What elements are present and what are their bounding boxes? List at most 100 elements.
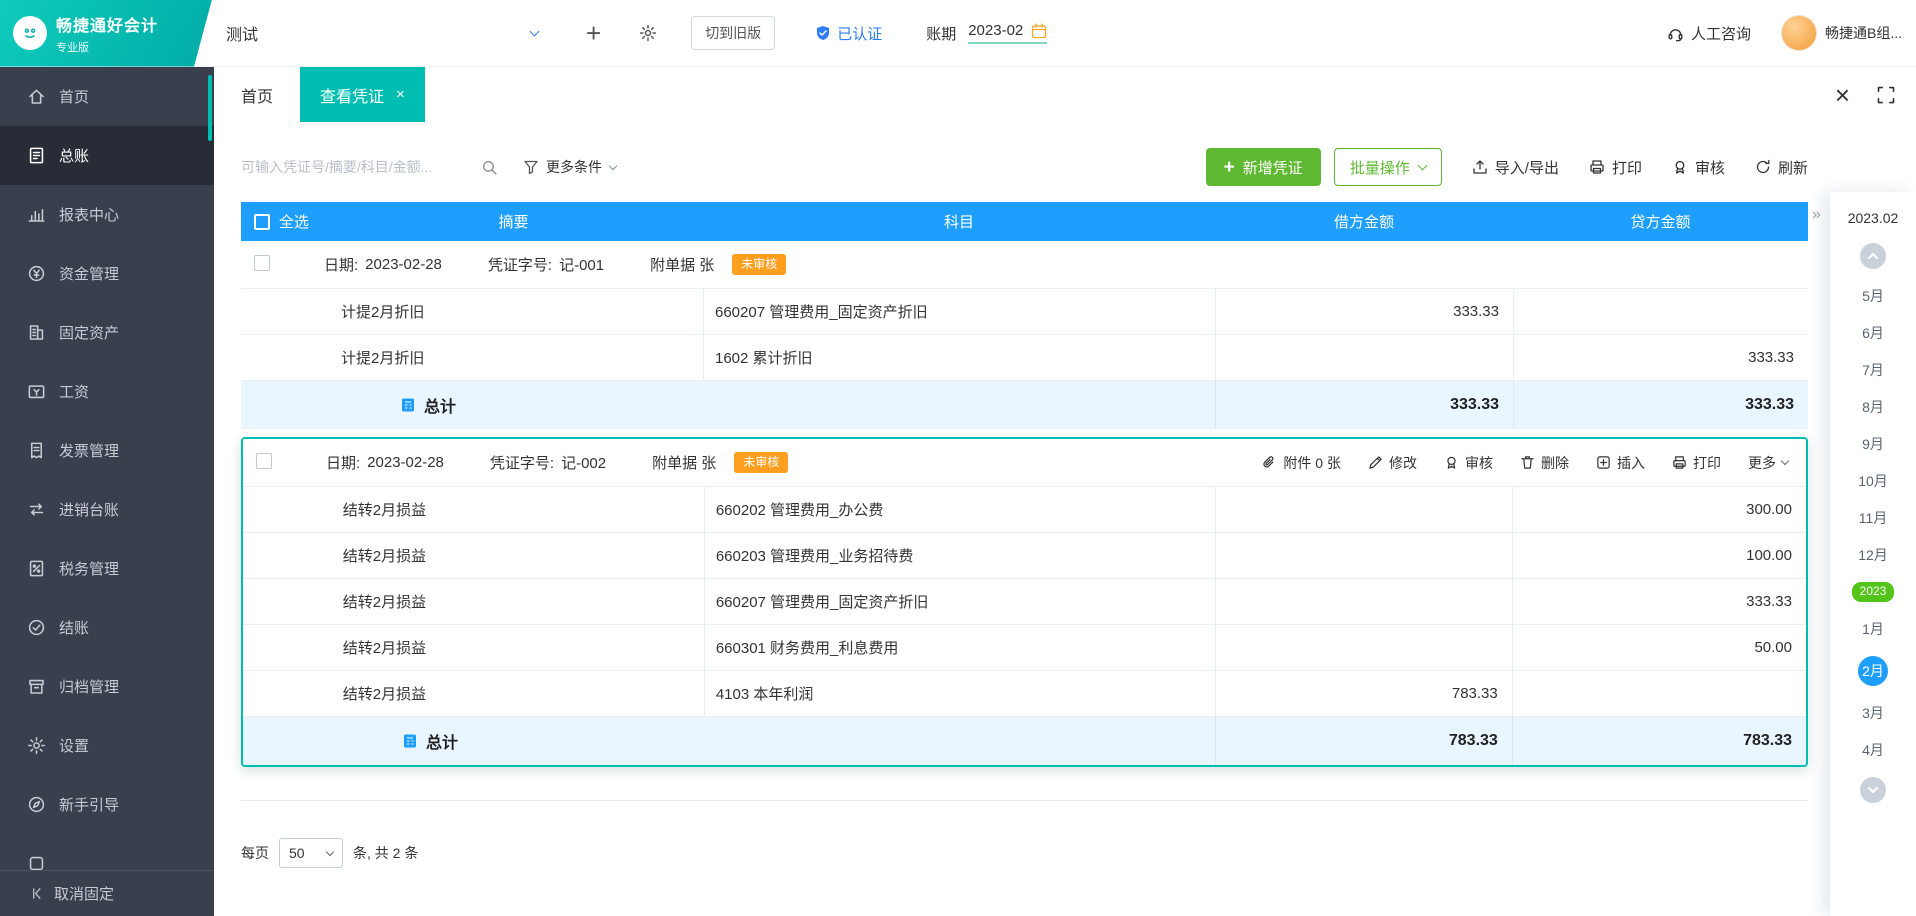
per-page-select[interactable]: 50 [279, 838, 343, 868]
sidebar-item-fixed-assets[interactable]: 固定资产 [0, 303, 214, 362]
month-item[interactable]: 9月 [1862, 434, 1884, 454]
chevron-down-icon [529, 26, 540, 37]
more-filters-button[interactable]: 更多条件 [524, 157, 618, 177]
voucher-1-checkbox[interactable] [254, 254, 270, 271]
scroll-up-button[interactable] [1860, 243, 1886, 269]
sidebar-item-general-ledger[interactable]: 总账 [0, 126, 214, 185]
period-value: 2023-02 [968, 22, 1024, 39]
month-item[interactable]: 6月 [1862, 323, 1884, 343]
print-button[interactable]: 打印 [1672, 453, 1721, 473]
search-box [241, 159, 498, 176]
insert-button[interactable]: 插入 [1596, 453, 1645, 473]
tab-view-voucher[interactable]: 查看凭证 × [300, 67, 425, 122]
voucher-row[interactable]: 结转2月损益 660207 管理费用_固定资产折旧 333.33 [243, 579, 1806, 625]
unpin-button[interactable]: 取消固定 [0, 870, 214, 916]
voucher-row[interactable]: 计提2月折旧 660207 管理费用_固定资产折旧 333.33 [241, 289, 1808, 335]
certified-badge[interactable]: 已认证 [815, 23, 882, 44]
row-debit [1215, 335, 1513, 380]
edit-button[interactable]: 修改 [1368, 453, 1417, 473]
delete-button[interactable]: 删除 [1520, 453, 1569, 473]
voucher-row[interactable]: 结转2月损益 660202 管理费用_办公费 300.00 [243, 487, 1806, 533]
period-value-group[interactable]: 2023-02 [968, 22, 1048, 44]
add-icon[interactable]: + [586, 20, 601, 46]
import-export-button[interactable]: 导入/导出 [1472, 157, 1559, 178]
tab-close-icon[interactable]: × [396, 87, 405, 102]
bar-chart-icon [28, 208, 45, 222]
month-item[interactable]: 5月 [1862, 286, 1884, 306]
print-button[interactable]: 打印 [1589, 157, 1642, 178]
invoice-icon [30, 442, 43, 459]
row-subject: 660207 管理费用_固定资产折旧 [703, 289, 1215, 334]
row-summary: 结转2月损益 [342, 640, 427, 657]
workspace-select[interactable]: 测试 [226, 21, 540, 45]
voucher-row[interactable]: 结转2月损益 4103 本年利润 783.33 [243, 671, 1806, 717]
voucher-row[interactable]: 计提2月折旧 1602 累计折旧 333.33 [241, 335, 1808, 381]
sidebar-item-tax[interactable]: 税务管理 [0, 539, 214, 598]
support-button[interactable]: 人工咨询 [1667, 23, 1751, 44]
fullscreen-icon[interactable] [1876, 85, 1896, 105]
month-item[interactable]: 10月 [1858, 471, 1888, 491]
select-all-label: 全选 [279, 214, 310, 231]
voucher-1-header[interactable]: 日期: 2023-02-28 凭证字号: 记-001 附单据 张 未审核 [241, 241, 1808, 289]
insert-icon [1597, 456, 1610, 469]
sidebar-item-closing[interactable]: 结账 [0, 598, 214, 657]
add-voucher-button[interactable]: + 新增凭证 [1205, 148, 1321, 186]
row-credit [1513, 289, 1808, 334]
month-item[interactable]: 11月 [1859, 508, 1888, 528]
import-export-icon [1473, 160, 1487, 174]
per-page-value: 50 [289, 845, 305, 861]
month-item[interactable]: 12月 [1858, 545, 1888, 565]
batch-operations-button[interactable]: 批量操作 [1333, 148, 1442, 186]
month-item-active[interactable]: 2月 [1858, 655, 1888, 686]
status-badge: 未审核 [732, 254, 787, 275]
account-name[interactable]: 畅捷通B组... [1825, 23, 1902, 43]
search-input[interactable] [241, 159, 473, 175]
select-all-checkbox[interactable] [254, 213, 270, 230]
more-button[interactable]: 更多 [1748, 453, 1790, 473]
month-item[interactable]: 1月 [1862, 619, 1884, 639]
voucher-row[interactable]: 结转2月损益 660301 财务费用_利息费用 50.00 [243, 625, 1806, 671]
topbar-right: 人工咨询 畅捷通B组... [1667, 15, 1902, 51]
voucher-2-checkbox[interactable] [256, 452, 272, 469]
audit-seal-icon [1675, 160, 1685, 174]
sidebar-item-purchase-sale-ledger[interactable]: 进销台账 [0, 480, 214, 539]
workspace-name: 测试 [226, 27, 259, 44]
sidebar-scrollbar[interactable] [208, 75, 212, 141]
audit-button[interactable]: 审核 [1444, 453, 1493, 473]
attachment-button[interactable]: 附件 0 张 [1262, 453, 1341, 473]
tab-home[interactable]: 首页 [214, 67, 300, 122]
sidebar-item-archive[interactable]: 归档管理 [0, 657, 214, 716]
month-item[interactable]: 7月 [1862, 360, 1884, 380]
voucher-2-header[interactable]: 日期: 2023-02-28 凭证字号: 记-002 附单据 张 未审核 附件 0 … [243, 439, 1806, 487]
panel-expand-icon[interactable]: » [1812, 206, 1821, 224]
total-doc-icon [402, 398, 414, 411]
salary-card-icon [28, 385, 45, 399]
sidebar-item-settings[interactable]: 设置 [0, 716, 214, 775]
refresh-button[interactable]: 刷新 [1755, 157, 1808, 178]
switch-old-version-button[interactable]: 切到旧版 [691, 16, 776, 50]
plus-icon: + [1223, 156, 1235, 178]
month-item[interactable]: 8月 [1862, 397, 1884, 417]
voucher-row[interactable]: 结转2月损益 660203 管理费用_业务招待费 100.00 [243, 533, 1806, 579]
sidebar-item-home[interactable]: 首页 [0, 67, 214, 126]
row-credit: 300.00 [1511, 487, 1806, 532]
month-item[interactable]: 3月 [1862, 703, 1884, 723]
refresh-icon [1756, 159, 1770, 174]
voucher-table: 全选 摘要 科目 借方金额 贷方金额 日期: 2023-02-28 凭证字号: 记-… [241, 202, 1808, 767]
row-subject: 4103 本年利润 [703, 671, 1215, 716]
row-summary: 计提2月折旧 [341, 350, 425, 367]
audit-button[interactable]: 审核 [1672, 157, 1725, 178]
close-icon[interactable]: × [1835, 82, 1850, 108]
sidebar-item-report-center[interactable]: 报表中心 [0, 185, 214, 244]
scroll-down-button[interactable] [1860, 776, 1886, 803]
month-item[interactable]: 4月 [1862, 740, 1884, 760]
sidebar-item-funds[interactable]: 资金管理 [0, 244, 214, 303]
sidebar-item-beginner-guide[interactable]: 新手引导 [0, 775, 214, 834]
yuan-coin-icon [28, 265, 45, 282]
row-subject: 660301 财务费用_利息费用 [703, 625, 1215, 670]
sidebar-item-payroll[interactable]: 工资 [0, 362, 214, 421]
sidebar-item-invoices[interactable]: 发票管理 [0, 421, 214, 480]
avatar[interactable] [1780, 15, 1817, 51]
gear-icon[interactable] [639, 24, 657, 42]
search-icon[interactable] [481, 159, 498, 176]
